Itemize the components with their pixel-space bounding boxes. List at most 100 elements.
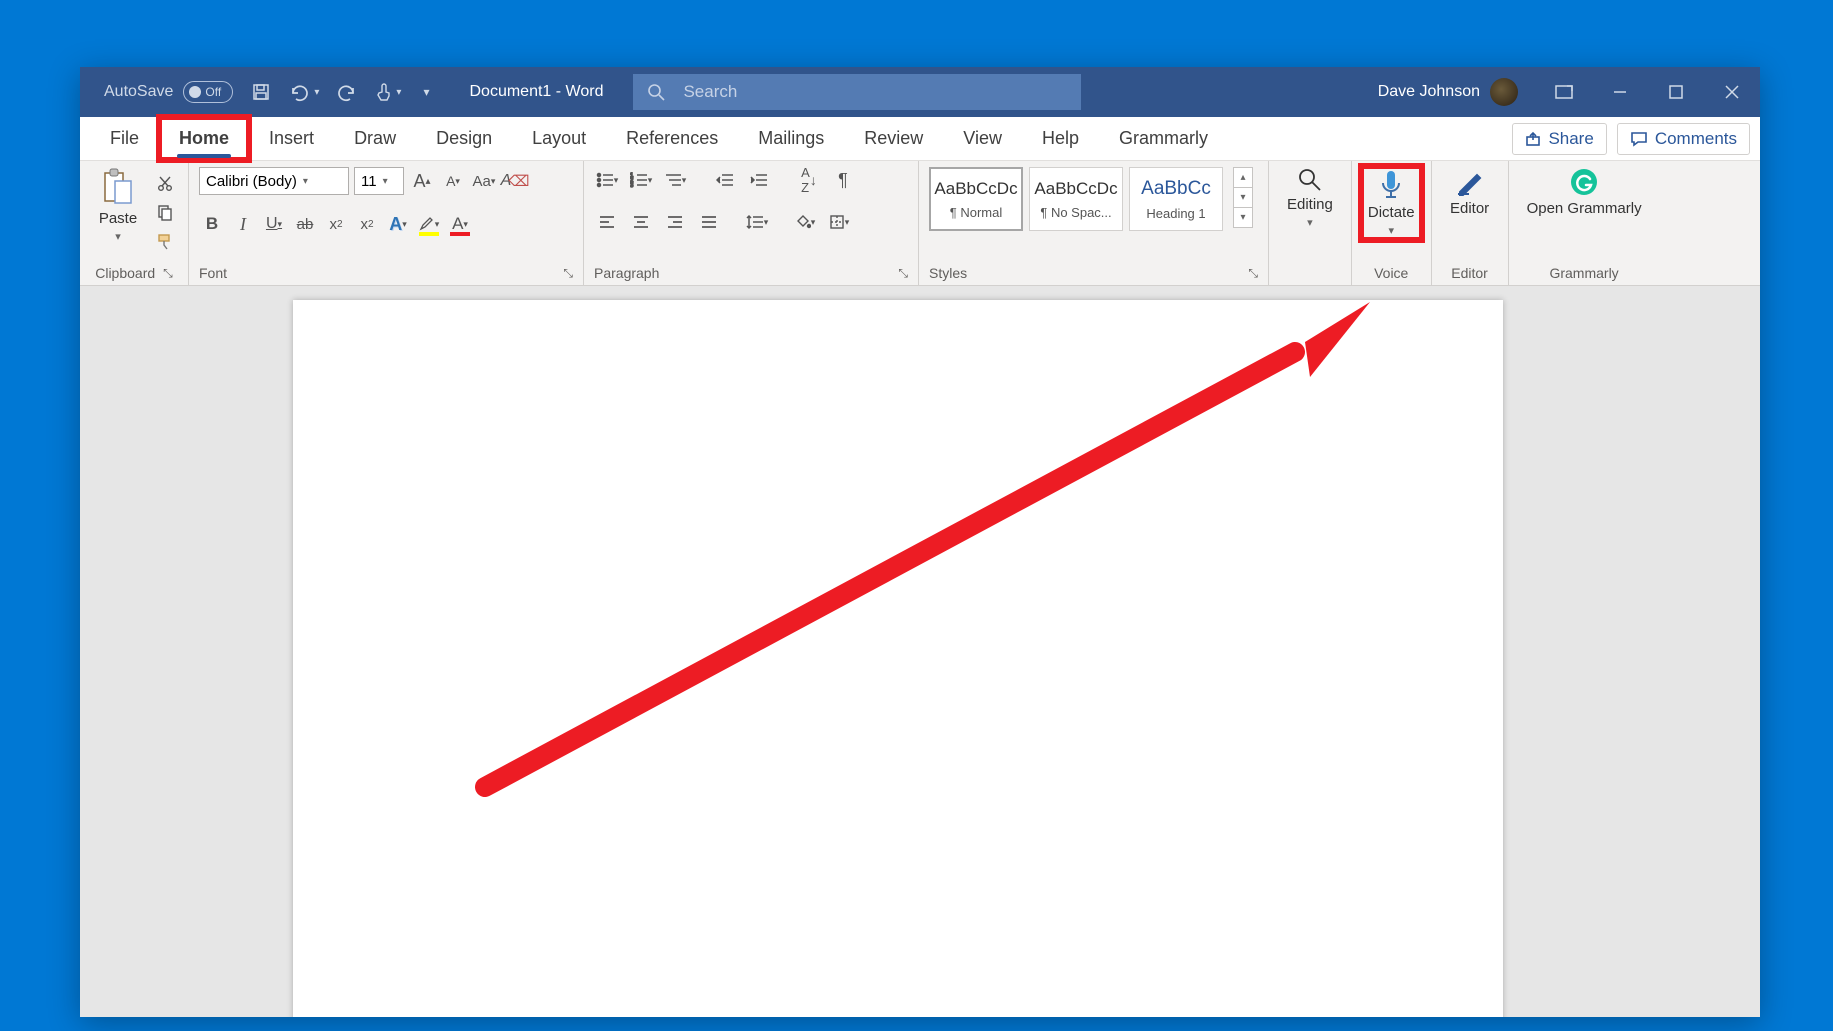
grow-font-icon[interactable]: A▴ bbox=[409, 168, 435, 194]
document-title: Document1 - Word bbox=[469, 83, 603, 101]
microphone-icon bbox=[1378, 169, 1404, 201]
font-name-combo[interactable]: Calibri (Body)▾ bbox=[199, 167, 349, 195]
show-hide-icon[interactable]: ¶ bbox=[830, 167, 856, 193]
autosave-toggle[interactable]: Off bbox=[183, 81, 233, 103]
undo-icon[interactable]: ▾ bbox=[289, 82, 319, 102]
align-right-icon[interactable] bbox=[662, 209, 688, 235]
align-center-icon[interactable] bbox=[628, 209, 654, 235]
group-voice: Dictate ▾ Voice bbox=[1352, 161, 1432, 285]
cut-icon[interactable] bbox=[152, 171, 178, 197]
copy-icon[interactable] bbox=[152, 200, 178, 226]
underline-button[interactable]: U▾ bbox=[261, 211, 287, 237]
group-editing: Editing ▾ bbox=[1269, 161, 1352, 285]
styles-expand-icon[interactable]: ▾ bbox=[1233, 207, 1253, 228]
autosave-label: AutoSave bbox=[104, 83, 173, 101]
tab-view[interactable]: View bbox=[943, 117, 1022, 160]
group-voice-label: Voice bbox=[1374, 265, 1408, 281]
tab-references[interactable]: References bbox=[606, 117, 738, 160]
group-editor-label: Editor bbox=[1451, 265, 1488, 281]
find-icon bbox=[1297, 167, 1323, 193]
group-grammarly: Open Grammarly Grammarly bbox=[1509, 161, 1660, 285]
tab-insert[interactable]: Insert bbox=[249, 117, 334, 160]
tab-mailings[interactable]: Mailings bbox=[738, 117, 844, 160]
group-clipboard: Paste ▾ Clipboard ⤡ bbox=[80, 161, 189, 285]
ribbon-home: Paste ▾ Clipboard ⤡ Calibri (Body)▾ 11▾ A… bbox=[80, 161, 1760, 286]
paragraph-launcher-icon[interactable]: ⤡ bbox=[898, 266, 908, 281]
styles-scroll-up-icon[interactable]: ▴ bbox=[1233, 167, 1253, 188]
highlight-color-icon[interactable]: ▾ bbox=[416, 211, 442, 237]
group-grammarly-label: Grammarly bbox=[1549, 265, 1618, 281]
group-editor: Editor Editor bbox=[1432, 161, 1509, 285]
style-no-spacing[interactable]: AaBbCcDc ¶ No Spac... bbox=[1029, 167, 1123, 231]
tab-review[interactable]: Review bbox=[844, 117, 943, 160]
styles-gallery-scroll[interactable]: ▴ ▾ ▾ bbox=[1233, 167, 1253, 227]
close-button[interactable] bbox=[1704, 67, 1760, 117]
styles-scroll-down-icon[interactable]: ▾ bbox=[1233, 187, 1253, 208]
paste-icon bbox=[101, 167, 135, 207]
strikethrough-button[interactable]: ab bbox=[292, 211, 318, 237]
bullets-icon[interactable]: ▾ bbox=[594, 167, 620, 193]
customize-qat-icon[interactable]: ▾ bbox=[423, 85, 429, 99]
styles-launcher-icon[interactable]: ⤡ bbox=[1248, 266, 1258, 281]
subscript-button[interactable]: x2 bbox=[323, 211, 349, 237]
editor-button[interactable]: Editor bbox=[1442, 167, 1498, 217]
group-paragraph-label: Paragraph bbox=[594, 265, 659, 281]
open-grammarly-button[interactable]: Open Grammarly bbox=[1519, 167, 1650, 217]
text-effects-icon[interactable]: A▾ bbox=[385, 211, 411, 237]
sort-icon[interactable]: AZ↓ bbox=[796, 167, 822, 193]
clipboard-launcher-icon[interactable]: ⤡ bbox=[163, 266, 173, 281]
tab-grammarly[interactable]: Grammarly bbox=[1099, 117, 1228, 160]
clear-formatting-icon[interactable]: A⌫ bbox=[502, 168, 528, 194]
word-window: AutoSave Off ▾ ▾ ▾ Document1 - Word Sear… bbox=[80, 67, 1760, 1017]
format-painter-icon[interactable] bbox=[152, 229, 178, 255]
tab-layout[interactable]: Layout bbox=[512, 117, 606, 160]
style-normal[interactable]: AaBbCcDc ¶ Normal bbox=[929, 167, 1023, 231]
font-launcher-icon[interactable]: ⤡ bbox=[563, 266, 573, 281]
font-color-icon[interactable]: A▾ bbox=[447, 211, 473, 237]
superscript-button[interactable]: x2 bbox=[354, 211, 380, 237]
numbering-icon[interactable]: 123▾ bbox=[628, 167, 654, 193]
tab-help[interactable]: Help bbox=[1022, 117, 1099, 160]
grammarly-icon bbox=[1569, 167, 1599, 197]
editing-button[interactable]: Editing ▾ bbox=[1279, 167, 1341, 229]
tab-design[interactable]: Design bbox=[416, 117, 512, 160]
align-left-icon[interactable] bbox=[594, 209, 620, 235]
change-case-icon[interactable]: Aa▾ bbox=[471, 168, 497, 194]
bold-button[interactable]: B bbox=[199, 211, 225, 237]
tab-file[interactable]: File bbox=[90, 117, 159, 160]
account-avatar[interactable] bbox=[1490, 78, 1518, 106]
font-size-combo[interactable]: 11▾ bbox=[354, 167, 404, 195]
share-icon bbox=[1525, 131, 1541, 147]
touch-mode-icon[interactable]: ▾ bbox=[375, 82, 401, 102]
line-spacing-icon[interactable]: ▾ bbox=[744, 209, 770, 235]
style-heading-1[interactable]: AaBbCc Heading 1 bbox=[1129, 167, 1223, 231]
save-icon[interactable] bbox=[251, 82, 271, 102]
comments-button[interactable]: Comments bbox=[1617, 123, 1750, 155]
dictate-button[interactable]: Dictate ▾ bbox=[1362, 167, 1421, 239]
italic-button[interactable]: I bbox=[230, 211, 256, 237]
multilevel-list-icon[interactable]: ▾ bbox=[662, 167, 688, 193]
tab-draw[interactable]: Draw bbox=[334, 117, 416, 160]
ribbon-display-options-icon[interactable] bbox=[1536, 67, 1592, 117]
paste-button[interactable]: Paste ▾ bbox=[90, 167, 146, 243]
document-canvas[interactable] bbox=[80, 286, 1760, 1017]
borders-icon[interactable]: ▾ bbox=[826, 209, 852, 235]
search-input[interactable]: Search bbox=[633, 74, 1081, 110]
search-icon bbox=[647, 83, 665, 101]
group-styles-label: Styles bbox=[929, 265, 967, 281]
group-paragraph: ▾ 123▾ ▾ AZ↓ ¶ ▾ bbox=[584, 161, 919, 285]
decrease-indent-icon[interactable] bbox=[712, 167, 738, 193]
minimize-button[interactable] bbox=[1592, 67, 1648, 117]
share-button[interactable]: Share bbox=[1512, 123, 1606, 155]
group-font-label: Font bbox=[199, 265, 227, 281]
document-page[interactable] bbox=[293, 300, 1503, 1017]
group-clipboard-label: Clipboard bbox=[95, 265, 155, 281]
redo-icon[interactable] bbox=[337, 82, 357, 102]
tab-home[interactable]: Home bbox=[159, 117, 249, 160]
maximize-button[interactable] bbox=[1648, 67, 1704, 117]
increase-indent-icon[interactable] bbox=[746, 167, 772, 193]
account-username[interactable]: Dave Johnson bbox=[1378, 83, 1480, 101]
justify-icon[interactable] bbox=[696, 209, 722, 235]
shrink-font-icon[interactable]: A▾ bbox=[440, 168, 466, 194]
shading-icon[interactable]: ▾ bbox=[792, 209, 818, 235]
